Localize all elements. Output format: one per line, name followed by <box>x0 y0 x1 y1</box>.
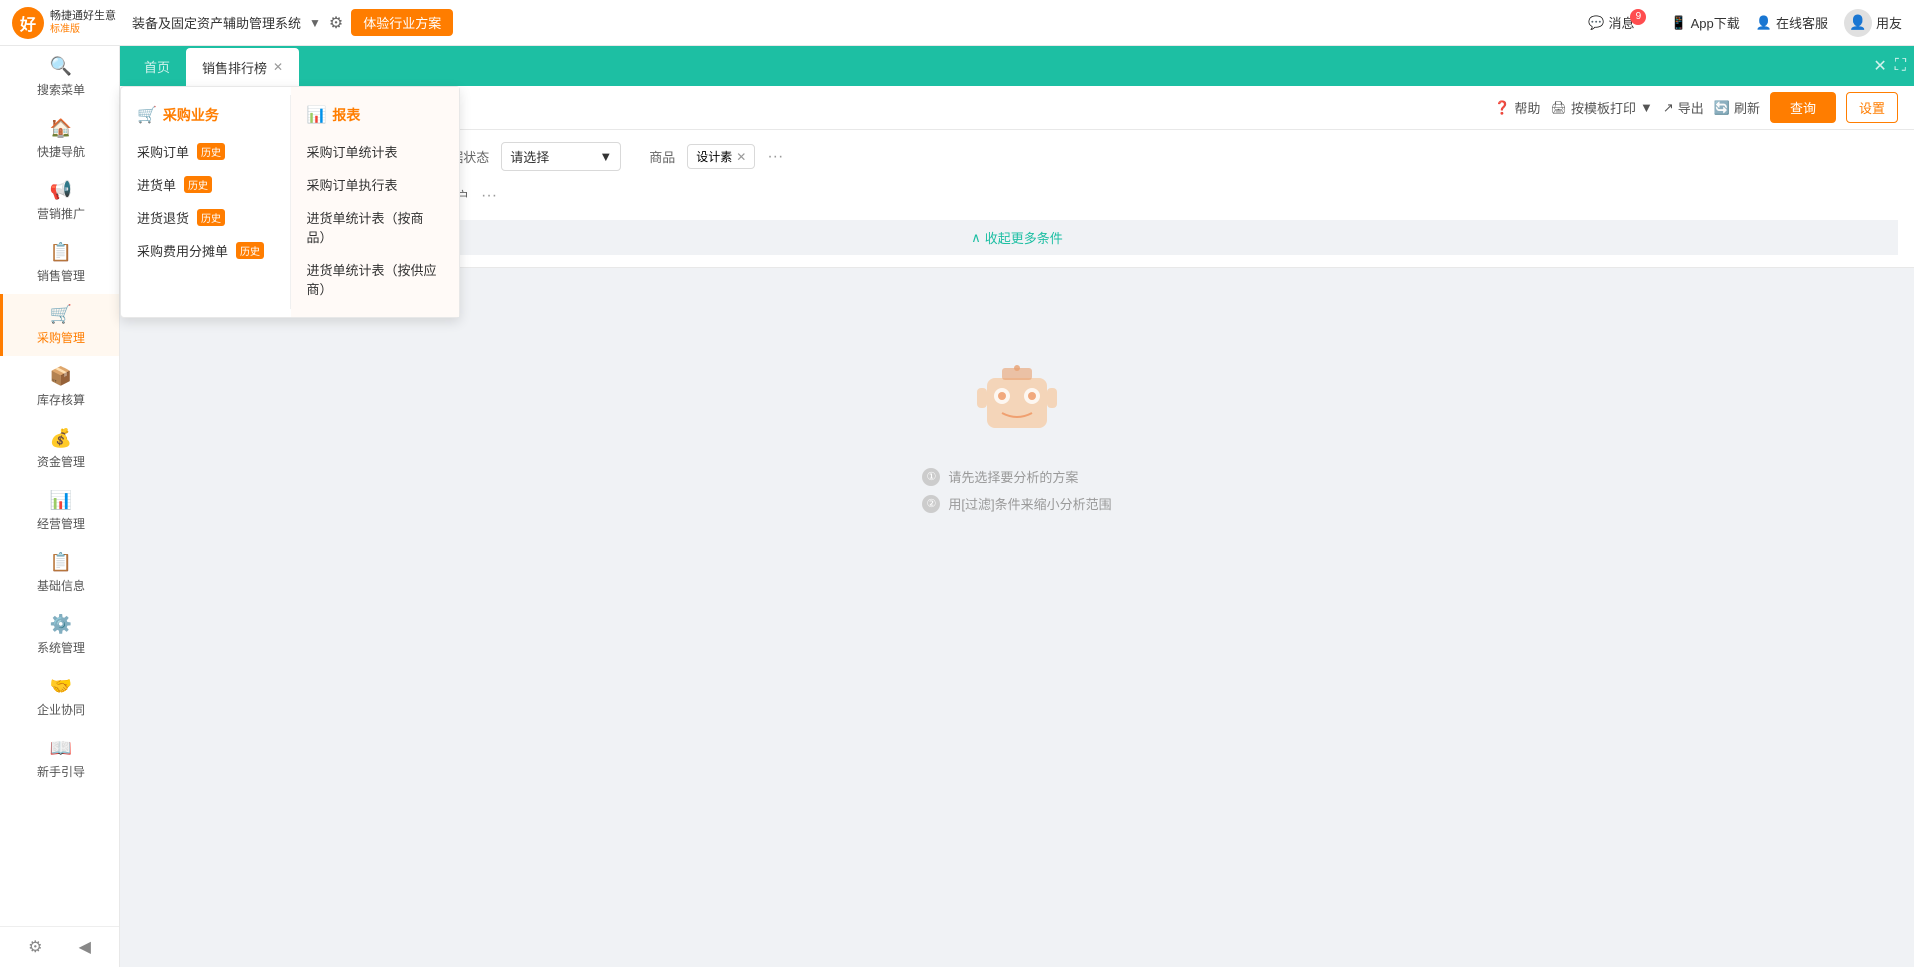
operations-icon: 📊 <box>50 490 72 511</box>
search-icon: 🔍 <box>50 56 72 77</box>
message-badge: 9 <box>1630 9 1646 25</box>
purchase-col-icon: 🛒 <box>137 105 157 125</box>
report-col: 📊 报表 采购订单统计表 采购订单执行表 进货单统计表（按商品） 进货单统计表（… <box>291 87 460 317</box>
print-icon: 🖨 <box>1550 100 1567 116</box>
tab-right-actions: ✕ ⛶ <box>1873 56 1906 76</box>
export-btn[interactable]: ↗ 导出 <box>1663 98 1704 117</box>
sidebar-item-basic-info[interactable]: 📋 基础信息 <box>0 542 119 604</box>
logo-area: 好 畅捷通好生意 标准版 <box>12 7 132 39</box>
user-avatar: 👤 <box>1844 9 1872 37</box>
tab-close-all-btn[interactable]: ✕ <box>1873 56 1886 76</box>
receipt-stats-supplier-item[interactable]: 进货单统计表（按供应商） <box>291 253 460 305</box>
doc-status-select[interactable]: 请选择 ▼ <box>501 142 621 171</box>
sidebar-collapse-btn[interactable]: ◀ <box>79 937 91 957</box>
header-right: 💬 消息 9 📱 App下载 👤 在线客服 👤 用友 <box>1588 9 1902 37</box>
industry-btn[interactable]: 体验行业方案 <box>351 9 453 36</box>
logo-icon: 好 <box>12 7 44 39</box>
top-header: 好 畅捷通好生意 标准版 装备及固定资产辅助管理系统 ▼ ⚙ 体验行业方案 💬 … <box>0 0 1914 46</box>
receipt-stats-goods-item[interactable]: 进货单统计表（按商品） <box>291 201 460 253</box>
print-btn[interactable]: 🖨 按模板打印 ▼ <box>1550 98 1652 117</box>
sidebar-item-purchase[interactable]: 🛒 采购管理 <box>0 294 119 356</box>
enterprise-icon: 🤝 <box>50 676 72 697</box>
system-title: 装备及固定资产辅助管理系统 <box>132 13 301 32</box>
home-icon: 🏠 <box>50 118 72 139</box>
sidebar-item-system[interactable]: ⚙️ 系统管理 <box>0 604 119 666</box>
tab-sales-ranking[interactable]: 销售排行榜 ✕ <box>186 48 299 86</box>
tab-bar: 首页 销售排行榜 ✕ ✕ ⛶ <box>120 46 1914 86</box>
goods-label: 商品 <box>649 147 675 166</box>
report-col-icon: 📊 <box>307 105 327 125</box>
user-action[interactable]: 👤 用友 <box>1844 9 1902 37</box>
sidebar-item-sales[interactable]: 📋 销售管理 <box>0 232 119 294</box>
phone-icon: 📱 <box>1670 15 1686 31</box>
purchase-expense-badge: 历史 <box>236 242 264 259</box>
goods-tag-close[interactable]: ✕ <box>736 150 746 164</box>
marketing-icon: 📢 <box>50 180 72 201</box>
po-exec-item[interactable]: 采购订单执行表 <box>291 168 460 201</box>
purchase-col-header: 🛒 采购业务 <box>121 99 290 135</box>
empty-tip-1: ① 请先选择要分析的方案 <box>922 467 1111 486</box>
message-icon: 💬 <box>1588 15 1604 31</box>
sidebar: 🔍 搜索菜单 🏠 快捷导航 📢 营销推广 📋 销售管理 🛒 采购管理 📦 库存核… <box>0 46 120 967</box>
service-icon: 👤 <box>1756 15 1772 31</box>
basic-info-icon: 📋 <box>50 552 72 573</box>
help-btn[interactable]: ❓ 帮助 <box>1494 98 1540 117</box>
chevron-down-icon: ▼ <box>599 149 612 164</box>
system-icon: ⚙️ <box>50 614 72 635</box>
help-icon: ❓ <box>1494 100 1510 116</box>
sidebar-item-operations[interactable]: 📊 经营管理 <box>0 480 119 542</box>
query-btn[interactable]: 查询 <box>1770 92 1836 123</box>
customer-more-btn[interactable]: ··· <box>481 187 497 205</box>
tip-num-1: ① <box>922 468 940 486</box>
refresh-btn[interactable]: 🔄 刷新 <box>1714 98 1760 117</box>
online-service-action[interactable]: 👤 在线客服 <box>1756 13 1828 32</box>
sidebar-item-newbie[interactable]: 📖 新手引导 <box>0 728 119 790</box>
purchase-order-item[interactable]: 采购订单 历史 <box>121 135 290 168</box>
tab-home[interactable]: 首页 <box>128 46 186 86</box>
export-icon: ↗ <box>1663 100 1674 116</box>
sidebar-item-search[interactable]: 🔍 搜索菜单 <box>0 46 119 108</box>
empty-tip-2: ② 用[过滤]条件来缩小分析范围 <box>922 494 1111 513</box>
inventory-icon: 📦 <box>50 366 72 387</box>
empty-illustration <box>957 348 1077 448</box>
message-action[interactable]: 💬 消息 9 <box>1588 13 1654 32</box>
system-dropdown-btn[interactable]: ▼ <box>309 16 321 30</box>
tab-close-btn[interactable]: ✕ <box>273 60 283 74</box>
purchase-icon: 🛒 <box>50 304 72 325</box>
po-stats-item[interactable]: 采购订单统计表 <box>291 135 460 168</box>
purchase-order-badge: 历史 <box>197 143 225 160</box>
logo-text: 畅捷通好生意 标准版 <box>50 9 116 36</box>
sidebar-item-quick-nav[interactable]: 🏠 快捷导航 <box>0 108 119 170</box>
newbie-icon: 📖 <box>50 738 72 759</box>
purchase-dropdown-menu: 🛒 采购业务 采购订单 历史 进货单 历史 进货退货 历史 采购费用分摊单 历史… <box>120 86 460 318</box>
sales-icon: 📋 <box>50 242 72 263</box>
refresh-icon: 🔄 <box>1714 100 1730 116</box>
finance-icon: 💰 <box>50 428 72 449</box>
purchase-expense-item[interactable]: 采购费用分摊单 历史 <box>121 234 290 267</box>
settings-small-btn[interactable]: 设置 <box>1846 92 1898 123</box>
goods-return-badge: 历史 <box>197 209 225 226</box>
empty-tips: ① 请先选择要分析的方案 ② 用[过滤]条件来缩小分析范围 <box>922 467 1111 513</box>
goods-tag: 设计素 ✕ <box>687 144 755 169</box>
header-middle: 装备及固定资产辅助管理系统 ▼ ⚙ 体验行业方案 <box>132 9 1588 36</box>
system-settings-btn[interactable]: ⚙ <box>329 13 343 33</box>
sidebar-item-inventory[interactable]: 📦 库存核算 <box>0 356 119 418</box>
collapse-icon: ∧ <box>971 230 981 246</box>
tip-num-2: ② <box>922 495 940 513</box>
sidebar-bottom: ⚙ ◀ <box>0 926 119 967</box>
goods-more-btn[interactable]: ··· <box>767 148 783 166</box>
goods-receipt-badge: 历史 <box>184 176 212 193</box>
app-download-action[interactable]: 📱 App下载 <box>1670 13 1739 32</box>
tab-maximize-btn[interactable]: ⛶ <box>1895 56 1906 76</box>
purchase-col: 🛒 采购业务 采购订单 历史 进货单 历史 进货退货 历史 采购费用分摊单 历史 <box>121 87 290 317</box>
goods-receipt-item[interactable]: 进货单 历史 <box>121 168 290 201</box>
sidebar-item-finance[interactable]: 💰 资金管理 <box>0 418 119 480</box>
sidebar-item-enterprise[interactable]: 🤝 企业协同 <box>0 666 119 728</box>
goods-return-item[interactable]: 进货退货 历史 <box>121 201 290 234</box>
report-col-header: 📊 报表 <box>291 99 460 135</box>
print-dropdown-icon: ▼ <box>1640 100 1653 115</box>
sidebar-settings-btn[interactable]: ⚙ <box>28 937 42 957</box>
sidebar-item-marketing[interactable]: 📢 营销推广 <box>0 170 119 232</box>
